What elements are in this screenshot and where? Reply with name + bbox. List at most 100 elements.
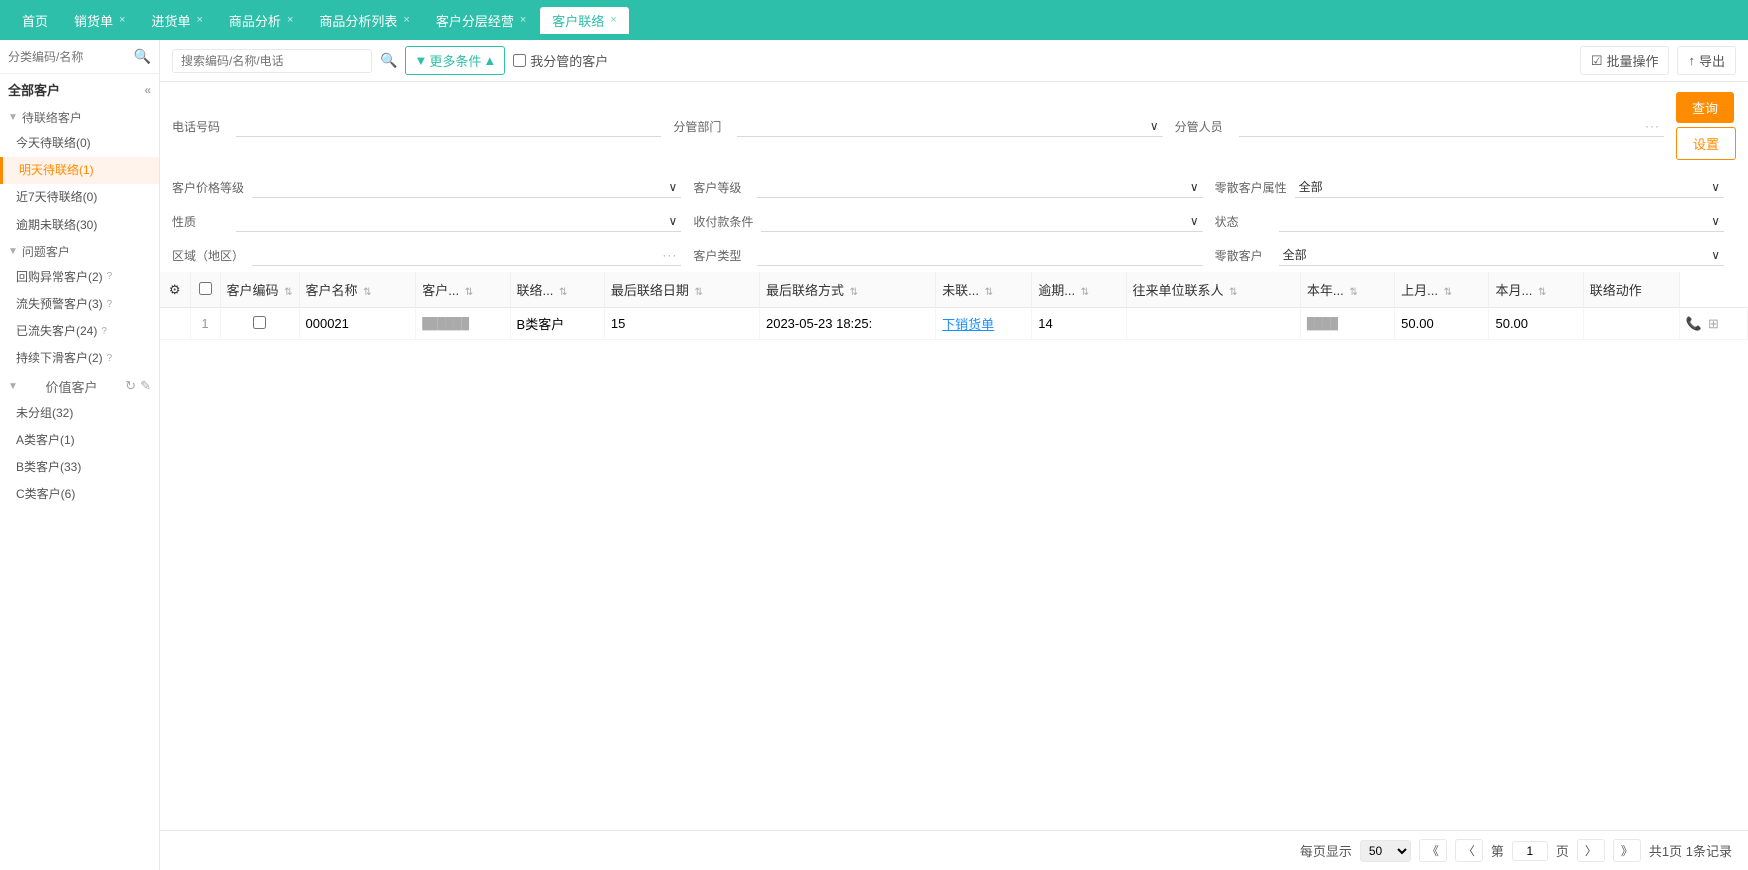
sidebar-item-lost[interactable]: 已流失客户(24) ?: [0, 318, 159, 345]
chevron-up-icon: ▲: [483, 53, 496, 68]
td-type: B类客户: [510, 308, 604, 340]
sort-icon-partner: ⇅: [1229, 287, 1237, 298]
nav-item-contact[interactable]: 客户联络 ×: [540, 7, 628, 34]
nav-item-sales[interactable]: 销货单 ×: [62, 7, 137, 34]
page-number-input[interactable]: [1512, 841, 1548, 861]
query-button[interactable]: 查询: [1676, 92, 1734, 123]
td-last-method[interactable]: 下销货单: [936, 308, 1032, 340]
sort-icon-date: ⇅: [694, 287, 702, 298]
input-cust-type[interactable]: [757, 244, 1202, 266]
nav-close-purchase[interactable]: ×: [196, 14, 202, 26]
select-price-level[interactable]: ∨: [252, 176, 681, 198]
search-button[interactable]: 🔍: [380, 52, 397, 69]
search-input[interactable]: [172, 49, 372, 73]
chevron-down-icon-6: ∨: [1190, 214, 1199, 228]
page-size-select[interactable]: 50 100 200: [1360, 840, 1411, 862]
export-button[interactable]: ↑ 导出: [1677, 46, 1736, 75]
th-this-month[interactable]: 本月... ⇅: [1489, 272, 1583, 308]
th-settings[interactable]: ⚙: [160, 272, 190, 308]
sidebar-item-b-class[interactable]: B类客户(33): [0, 454, 159, 481]
last-page-button[interactable]: 》: [1613, 839, 1641, 862]
td-row-checkbox-cell[interactable]: [220, 308, 299, 340]
action-phone-icon[interactable]: 📞: [1686, 316, 1702, 332]
table-header-row: ⚙ 客户编码 ⇅ 客户名称 ⇅ 客户... ⇅ 联络... ⇅ 最后联络日期 ⇅…: [160, 272, 1748, 308]
nav-item-analysis[interactable]: 商品分析 ×: [217, 7, 305, 34]
select-payment[interactable]: ∨: [761, 210, 1202, 232]
sidebar-item-tomorrow[interactable]: 明天待联络(1): [0, 157, 159, 184]
select-nature[interactable]: ∨: [236, 210, 681, 232]
chevron-down-icon-3: ∨: [1190, 180, 1199, 194]
label-region: 区域（地区）: [172, 247, 244, 264]
sidebar-item-abnormal[interactable]: 回购异常客户(2) ?: [0, 264, 159, 291]
nav-close-analysis-list[interactable]: ×: [403, 14, 409, 26]
nav-close-contact[interactable]: ×: [610, 14, 616, 26]
nav-close-sales[interactable]: ×: [119, 14, 125, 26]
th-checkbox[interactable]: [190, 272, 220, 308]
nav-item-crm[interactable]: 客户分层经营 ×: [424, 7, 538, 34]
pagination-bar: 每页显示 50 100 200 《 〈 第 页 〉 》 共1页 1条记录: [160, 830, 1748, 870]
th-name[interactable]: 客户名称 ⇅: [299, 272, 416, 308]
select-region[interactable]: ···: [252, 244, 681, 266]
row-checkbox[interactable]: [253, 316, 266, 329]
select-retail[interactable]: 全部 ∨: [1279, 244, 1724, 266]
sidebar-item-c-class[interactable]: C类客户(6): [0, 481, 159, 508]
help-icon-lost: ?: [101, 324, 107, 340]
my-customers-checkbox[interactable]: [513, 54, 526, 67]
input-phone[interactable]: [236, 115, 661, 137]
more-conditions-button[interactable]: ▼ 更多条件 ▲: [405, 46, 505, 75]
sidebar-search-input[interactable]: [8, 50, 134, 64]
th-this-year[interactable]: 本年... ⇅: [1300, 272, 1394, 308]
my-customers-checkbox-label[interactable]: 我分管的客户: [513, 51, 608, 70]
nav-item-purchase[interactable]: 进货单 ×: [139, 7, 214, 34]
sidebar-item-week[interactable]: 近7天待联络(0): [0, 184, 159, 211]
sort-icon-code: ⇅: [284, 287, 292, 298]
settings-button[interactable]: 设置: [1676, 127, 1736, 160]
th-last-method[interactable]: 最后联络方式 ⇅: [759, 272, 935, 308]
th-unlinked[interactable]: 未联... ⇅: [936, 272, 1032, 308]
select-retail-attr[interactable]: 全部 ∨: [1295, 176, 1724, 198]
sidebar-item-warning[interactable]: 流失预警客户(3) ?: [0, 291, 159, 318]
select-dept[interactable]: ∨: [737, 115, 1162, 137]
first-page-button[interactable]: 《: [1419, 839, 1447, 862]
select-cust-level[interactable]: ∨: [757, 176, 1202, 198]
td-name[interactable]: ██████: [416, 308, 510, 340]
refresh-icon[interactable]: ↻: [125, 378, 136, 394]
sidebar-collapse-icon[interactable]: «: [144, 83, 151, 97]
next-page-button[interactable]: 〉: [1577, 839, 1605, 862]
chevron-down-icon-5: ∨: [669, 214, 678, 228]
sidebar-item-overdue[interactable]: 逾期未联络(30): [0, 212, 159, 239]
td-overdue: [1126, 308, 1300, 340]
action-more-icon[interactable]: ⊞: [1708, 316, 1719, 332]
nav-item-analysis-list[interactable]: 商品分析列表 ×: [307, 7, 421, 34]
sidebar-item-a-class[interactable]: A类客户(1): [0, 427, 159, 454]
label-payment: 收付款条件: [693, 213, 753, 230]
select-status[interactable]: ∨: [1279, 210, 1724, 232]
prev-page-button[interactable]: 〈: [1455, 839, 1483, 862]
select-all-checkbox[interactable]: [199, 282, 212, 295]
batch-operation-button[interactable]: ☑ 批量操作: [1580, 46, 1670, 75]
th-last-month[interactable]: 上月... ⇅: [1395, 272, 1489, 308]
field-nature: 性质 ∨: [172, 210, 681, 232]
nav-close-crm[interactable]: ×: [520, 14, 526, 26]
edit-icon[interactable]: ✎: [140, 378, 151, 394]
filter-row-1: 电话号码 分管部门 ∨ 分管人员 ···: [160, 82, 1748, 170]
sidebar-search-icon[interactable]: 🔍: [134, 48, 151, 65]
sidebar-item-declining[interactable]: 持续下滑客户(2) ?: [0, 345, 159, 372]
th-contact-count[interactable]: 联络... ⇅: [510, 272, 604, 308]
select-person[interactable]: ···: [1239, 115, 1664, 137]
nav-home[interactable]: 首页: [10, 7, 60, 34]
th-type[interactable]: 客户... ⇅: [416, 272, 510, 308]
sidebar-item-today[interactable]: 今天待联络(0): [0, 130, 159, 157]
sidebar-group-problem: 问题客户: [0, 239, 159, 264]
field-payment: 收付款条件 ∨: [693, 210, 1202, 232]
th-last-date[interactable]: 最后联络日期 ⇅: [604, 272, 759, 308]
th-code[interactable]: 客户编码 ⇅: [220, 272, 299, 308]
th-partner-contact[interactable]: 往来单位联系人 ⇅: [1126, 272, 1300, 308]
sidebar-item-ungroup[interactable]: 未分组(32): [0, 400, 159, 427]
th-overdue[interactable]: 逾期... ⇅: [1032, 272, 1126, 308]
sidebar-all-customers[interactable]: 全部客户 «: [0, 74, 159, 105]
chevron-down-icon-7: ∨: [1711, 214, 1720, 228]
page-suffix: 页: [1556, 841, 1569, 860]
label-cust-type: 客户类型: [693, 247, 749, 264]
nav-close-analysis[interactable]: ×: [287, 14, 293, 26]
